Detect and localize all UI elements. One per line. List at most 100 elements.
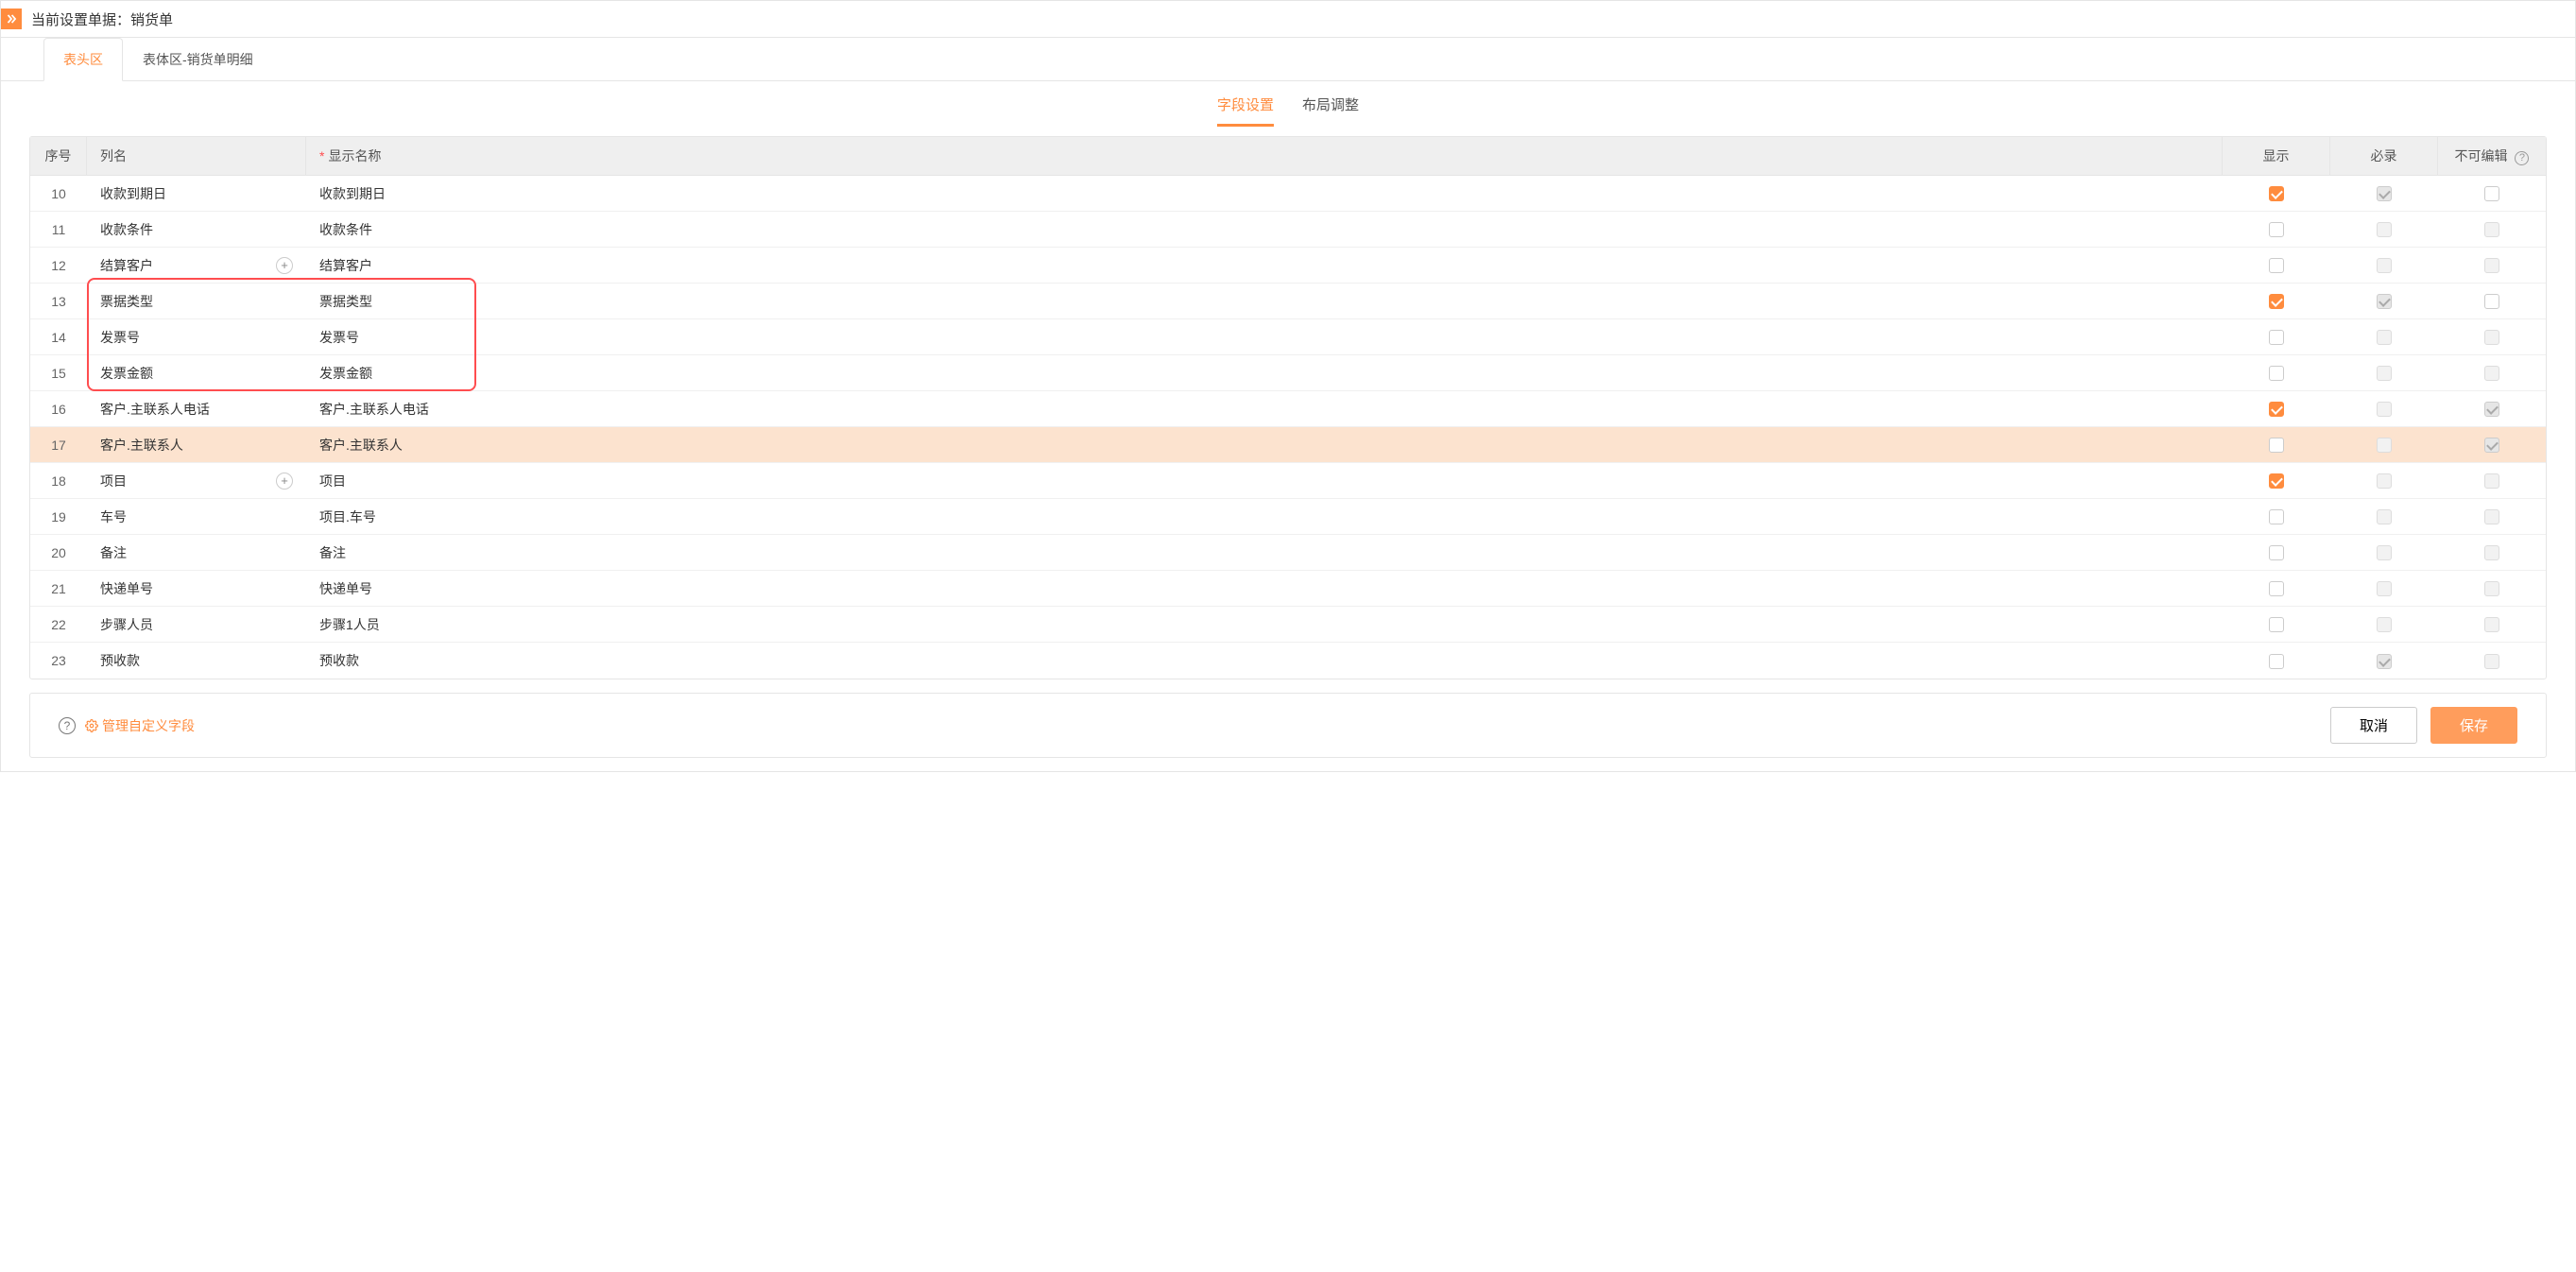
row-name: 备注 (87, 543, 306, 562)
show-checkbox[interactable] (2269, 617, 2284, 632)
sub-tab-1[interactable]: 布局调整 (1302, 95, 1359, 127)
row-seq: 13 (30, 284, 87, 318)
row-seq: 15 (30, 356, 87, 390)
show-checkbox[interactable] (2269, 509, 2284, 524)
row-display-name[interactable]: 客户.主联系人 (306, 436, 2223, 455)
readonly-checkbox (2484, 258, 2499, 273)
collapse-toggle[interactable] (1, 9, 22, 29)
show-checkbox[interactable] (2269, 473, 2284, 489)
row-name: 客户.主联系人 (87, 436, 306, 455)
table-row[interactable]: 13票据类型票据类型 (30, 284, 2546, 319)
readonly-checkbox[interactable] (2484, 186, 2499, 201)
footer-bar: ? 管理自定义字段 取消 保存 (29, 693, 2547, 758)
show-checkbox[interactable] (2269, 581, 2284, 596)
table-row[interactable]: 15发票金额发票金额 (30, 355, 2546, 391)
readonly-checkbox[interactable] (2484, 294, 2499, 309)
page-title: 当前设置单据：销货单 (31, 9, 173, 29)
header-bar: 当前设置单据：销货单 (1, 1, 2575, 38)
col-header-required: 必录 (2330, 137, 2438, 175)
show-checkbox[interactable] (2269, 258, 2284, 273)
required-checkbox (2377, 509, 2392, 524)
row-name: 快递单号 (87, 579, 306, 598)
plus-icon[interactable]: + (276, 473, 293, 490)
row-seq: 12 (30, 249, 87, 283)
sub-tab-0[interactable]: 字段设置 (1217, 95, 1274, 127)
show-checkbox[interactable] (2269, 438, 2284, 453)
show-checkbox[interactable] (2269, 366, 2284, 381)
row-name: 步骤人员 (87, 615, 306, 634)
row-display-name[interactable]: 发票号 (306, 328, 2223, 347)
plus-icon[interactable]: + (276, 257, 293, 274)
row-display-name[interactable]: 项目.车号 (306, 507, 2223, 526)
required-checkbox (2377, 654, 2392, 669)
row-display-name[interactable]: 收款条件 (306, 220, 2223, 239)
show-checkbox[interactable] (2269, 545, 2284, 560)
show-checkbox[interactable] (2269, 654, 2284, 669)
required-checkbox (2377, 402, 2392, 417)
show-checkbox[interactable] (2269, 186, 2284, 201)
required-checkbox (2377, 545, 2392, 560)
help-icon[interactable]: ? (2515, 151, 2529, 165)
table-row[interactable]: 20备注备注 (30, 535, 2546, 571)
row-name: 客户.主联系人电话 (87, 400, 306, 419)
table-row[interactable]: 12结算客户+结算客户 (30, 248, 2546, 284)
table-row[interactable]: 19车号项目.车号 (30, 499, 2546, 535)
table-row[interactable]: 10收款到期日收款到期日 (30, 176, 2546, 212)
row-display-name[interactable]: 客户.主联系人电话 (306, 400, 2223, 419)
table-row[interactable]: 11收款条件收款条件 (30, 212, 2546, 248)
required-checkbox (2377, 473, 2392, 489)
required-star-icon: * (319, 148, 324, 163)
row-name: 预收款 (87, 651, 306, 670)
show-checkbox[interactable] (2269, 222, 2284, 237)
row-display-name[interactable]: 发票金额 (306, 364, 2223, 383)
table-row[interactable]: 23预收款预收款 (30, 643, 2546, 679)
show-checkbox[interactable] (2269, 402, 2284, 417)
col-header-display: *显示名称 (306, 137, 2223, 175)
tab-0[interactable]: 表头区 (43, 38, 123, 81)
show-checkbox[interactable] (2269, 294, 2284, 309)
row-name: 发票金额 (87, 364, 306, 383)
required-checkbox (2377, 186, 2392, 201)
row-display-name[interactable]: 步骤1人员 (306, 615, 2223, 634)
footer-buttons: 取消 保存 (2330, 707, 2517, 744)
required-checkbox (2377, 294, 2392, 309)
manage-custom-fields-link[interactable]: 管理自定义字段 (85, 716, 195, 735)
cancel-button[interactable]: 取消 (2330, 707, 2417, 744)
row-seq: 17 (30, 428, 87, 462)
row-seq: 14 (30, 320, 87, 354)
main-tabs: 表头区表体区-销货单明细 (1, 37, 2575, 81)
row-display-name[interactable]: 备注 (306, 543, 2223, 562)
readonly-checkbox (2484, 438, 2499, 453)
row-seq: 20 (30, 536, 87, 570)
row-display-name[interactable]: 票据类型 (306, 292, 2223, 311)
readonly-checkbox (2484, 617, 2499, 632)
row-display-name[interactable]: 结算客户 (306, 256, 2223, 275)
readonly-checkbox (2484, 366, 2499, 381)
row-display-name[interactable]: 快递单号 (306, 579, 2223, 598)
required-checkbox (2377, 366, 2392, 381)
row-display-name[interactable]: 预收款 (306, 651, 2223, 670)
table-row[interactable]: 16客户.主联系人电话客户.主联系人电话 (30, 391, 2546, 427)
row-seq: 11 (30, 213, 87, 247)
readonly-checkbox (2484, 222, 2499, 237)
tab-1[interactable]: 表体区-销货单明细 (123, 38, 273, 81)
table-row[interactable]: 18项目+项目 (30, 463, 2546, 499)
row-seq: 18 (30, 464, 87, 498)
col-header-seq: 序号 (30, 137, 87, 175)
readonly-checkbox (2484, 473, 2499, 489)
col-header-name: 列名 (87, 137, 306, 175)
table-row[interactable]: 21快递单号快递单号 (30, 571, 2546, 607)
table-row[interactable]: 22步骤人员步骤1人员 (30, 607, 2546, 643)
col-header-show: 显示 (2223, 137, 2330, 175)
required-checkbox (2377, 617, 2392, 632)
row-seq: 16 (30, 392, 87, 426)
help-icon[interactable]: ? (59, 717, 76, 734)
table-row[interactable]: 17客户.主联系人客户.主联系人 (30, 427, 2546, 463)
row-display-name[interactable]: 项目 (306, 472, 2223, 490)
row-name: 结算客户+ (87, 256, 306, 275)
show-checkbox[interactable] (2269, 330, 2284, 345)
row-name: 车号 (87, 507, 306, 526)
save-button[interactable]: 保存 (2430, 707, 2517, 744)
table-row[interactable]: 14发票号发票号 (30, 319, 2546, 355)
row-display-name[interactable]: 收款到期日 (306, 184, 2223, 203)
